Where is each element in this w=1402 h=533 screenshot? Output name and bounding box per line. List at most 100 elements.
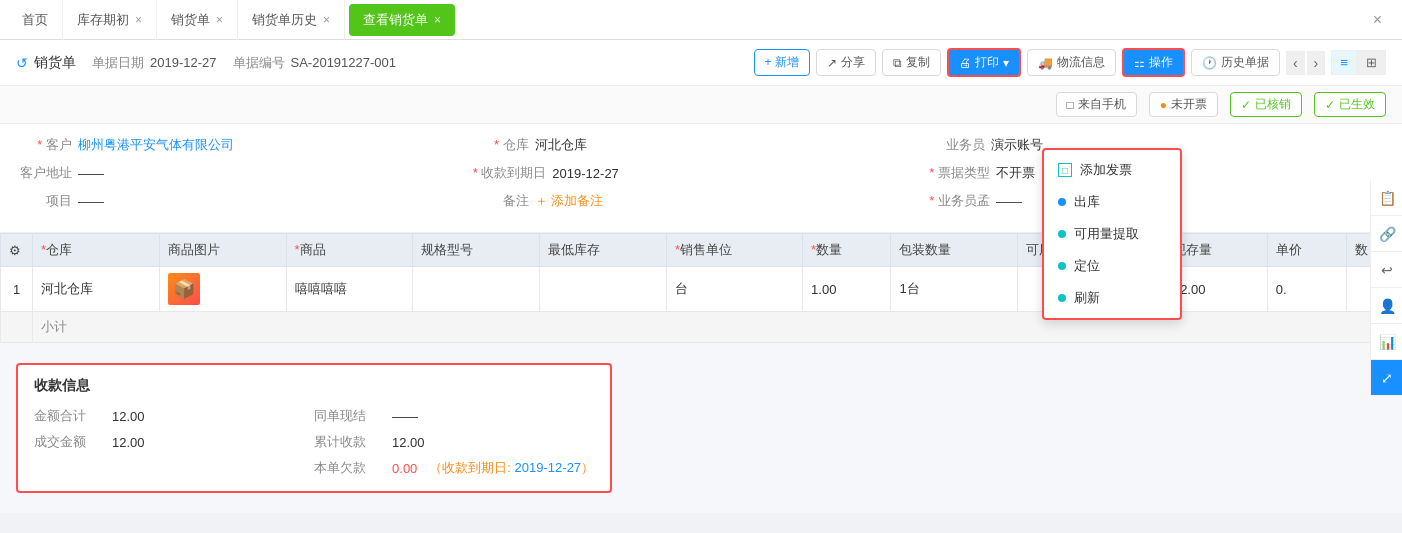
sales-value: —— <box>996 194 1022 209</box>
refresh-dot <box>1058 294 1066 302</box>
total-amount-label: 金额合计 <box>34 407 104 425</box>
staff-label: 业务员 <box>929 136 985 154</box>
tab-view-sales-close[interactable]: × <box>434 13 441 27</box>
ticket-value: 不开票 <box>996 164 1035 182</box>
share-label: 分享 <box>841 54 865 71</box>
same-order-label: 同单现结 <box>314 407 384 425</box>
from-phone-label: 来自手机 <box>1078 96 1126 113</box>
history-button[interactable]: 🕐 历史单据 <box>1191 49 1280 76</box>
print-dropdown-arrow: ▾ <box>1003 56 1009 70</box>
sidebar-user-icon[interactable]: 👤 <box>1371 288 1402 324</box>
print-button[interactable]: 🖨 打印 ▾ <box>947 48 1021 77</box>
operation-button[interactable]: ⚏ 操作 <box>1122 48 1185 77</box>
owed-label: 本单欠款 <box>314 459 384 477</box>
copy-button[interactable]: ⧉ 复制 <box>882 49 941 76</box>
invoice-icon: ● <box>1160 98 1167 112</box>
dropdown-locate[interactable]: 定位 <box>1044 250 1180 282</box>
customer-value[interactable]: 柳州粤港平安气体有限公司 <box>78 136 234 154</box>
tab-bar: 首页 库存期初 × 销货单 × 销货单历史 × 查看销货单 × × <box>0 0 1402 40</box>
copy-icon: ⧉ <box>893 56 902 70</box>
doc-type-icon: ↺ <box>16 55 28 71</box>
global-close[interactable]: × <box>1361 11 1394 29</box>
tab-history-close[interactable]: × <box>323 13 330 27</box>
owed-value: 0.00 <box>392 461 417 476</box>
prev-button[interactable]: ‹ <box>1286 51 1305 75</box>
logistics-button[interactable]: 🚚 物流信息 <box>1027 49 1116 76</box>
dropdown-available[interactable]: 可用量提取 <box>1044 218 1180 250</box>
customer-label: 客户 <box>16 136 72 154</box>
sidebar-expand-icon[interactable]: ⤢ <box>1371 360 1402 396</box>
print-label: 打印 <box>975 54 999 71</box>
verified-button[interactable]: ✓ 已核销 <box>1230 92 1302 117</box>
dropdown-outbound[interactable]: 出库 <box>1044 186 1180 218</box>
effective-icon: ✓ <box>1325 98 1335 112</box>
verified-icon: ✓ <box>1241 98 1251 112</box>
tab-home-label: 首页 <box>22 11 48 29</box>
history-icon: 🕐 <box>1202 56 1217 70</box>
subtotal-label: 小计 <box>33 312 1402 343</box>
add-notes-button[interactable]: ＋ 添加备注 <box>535 192 603 210</box>
doc-date-value: 2019-12-27 <box>150 55 217 70</box>
grid-view-button[interactable]: ⊞ <box>1357 50 1386 75</box>
history-label: 历史单据 <box>1221 54 1269 71</box>
warehouse-value: 河北仓库 <box>535 136 587 154</box>
tab-inventory[interactable]: 库存期初 × <box>63 0 157 40</box>
effective-button[interactable]: ✓ 已生效 <box>1314 92 1386 117</box>
address-value: —— <box>78 166 104 181</box>
dropdown-add-invoice[interactable]: □ 添加发票 <box>1044 154 1180 186</box>
list-view-button[interactable]: ≡ <box>1331 50 1357 75</box>
sidebar-chart-icon[interactable]: 📊 <box>1371 324 1402 360</box>
dropdown-refresh[interactable]: 刷新 <box>1044 282 1180 314</box>
row-image: 📦 <box>159 267 286 312</box>
new-button[interactable]: + 新增 <box>754 49 810 76</box>
staff-value: 演示账号 <box>991 136 1043 154</box>
sidebar-copy-icon[interactable]: 📋 <box>1371 180 1402 216</box>
operation-icon: ⚏ <box>1134 56 1145 70</box>
project-value: —— <box>78 194 104 209</box>
total-received-label: 累计收款 <box>314 433 384 451</box>
row-spec <box>413 267 540 312</box>
tab-sales[interactable]: 销货单 × <box>157 0 238 40</box>
total-received-row: 累计收款 12.00 <box>314 431 594 453</box>
tab-home[interactable]: 首页 <box>8 0 63 40</box>
same-order-value: —— <box>392 409 418 424</box>
from-phone-button[interactable]: □ 来自手机 <box>1056 92 1137 117</box>
owed-note: （收款到期日: 2019-12-27） <box>429 459 594 477</box>
share-icon: ↗ <box>827 56 837 70</box>
warehouse-field: 仓库 河北仓库 <box>473 136 930 154</box>
table-row: 1 河北仓库 📦 嘻嘻嘻嘻 台 1.00 1台 12.00 0. <box>1 267 1402 312</box>
payment-info-box: 收款信息 金额合计 12.00 同单现结 —— 成交金额 12.00 累计收款 … <box>16 363 612 493</box>
tab-history[interactable]: 销货单历史 × <box>238 0 345 40</box>
doc-type-label: 销货单 <box>34 54 76 72</box>
sidebar-back-icon[interactable]: ↩ <box>1371 252 1402 288</box>
nav-arrows: ‹ › <box>1286 51 1325 75</box>
doc-title: ↺ 销货单 <box>16 54 76 72</box>
tab-view-sales[interactable]: 查看销货单 × <box>349 4 455 36</box>
sidebar-link-icon[interactable]: 🔗 <box>1371 216 1402 252</box>
share-button[interactable]: ↗ 分享 <box>816 49 876 76</box>
locate-dot <box>1058 262 1066 270</box>
verified-label: 已核销 <box>1255 96 1291 113</box>
sales-label: 业务员孟 <box>929 192 990 210</box>
col-min-stock: 最低库存 <box>540 234 667 267</box>
row-product: 嘻嘻嘻嘻 <box>286 267 413 312</box>
col-unit: *销售单位 <box>666 234 802 267</box>
add-notes-label: 添加备注 <box>551 192 603 210</box>
same-order-row: 同单现结 —— <box>314 405 594 427</box>
due-field: 收款到期日 2019-12-27 <box>473 164 930 182</box>
col-warehouse: *仓库 <box>33 234 160 267</box>
dropdown-menu: □ 添加发票 出库 可用量提取 定位 刷新 <box>1042 148 1182 320</box>
deal-amount-value: 12.00 <box>112 435 145 450</box>
product-image: 📦 <box>168 273 200 305</box>
bottom-section: 收款信息 金额合计 12.00 同单现结 —— 成交金额 12.00 累计收款 … <box>0 343 1402 513</box>
doc-meta: 单据日期 2019-12-27 单据编号 SA-20191227-001 <box>92 54 738 72</box>
row-min-stock <box>540 267 667 312</box>
tab-inventory-close[interactable]: × <box>135 13 142 27</box>
no-invoice-button[interactable]: ● 未开票 <box>1149 92 1218 117</box>
row-warehouse: 河北仓库 <box>33 267 160 312</box>
logistics-label: 物流信息 <box>1057 54 1105 71</box>
tab-sales-close[interactable]: × <box>216 13 223 27</box>
col-product: *商品 <box>286 234 413 267</box>
notes-field: 备注 ＋ 添加备注 <box>473 192 930 210</box>
next-button[interactable]: › <box>1307 51 1326 75</box>
